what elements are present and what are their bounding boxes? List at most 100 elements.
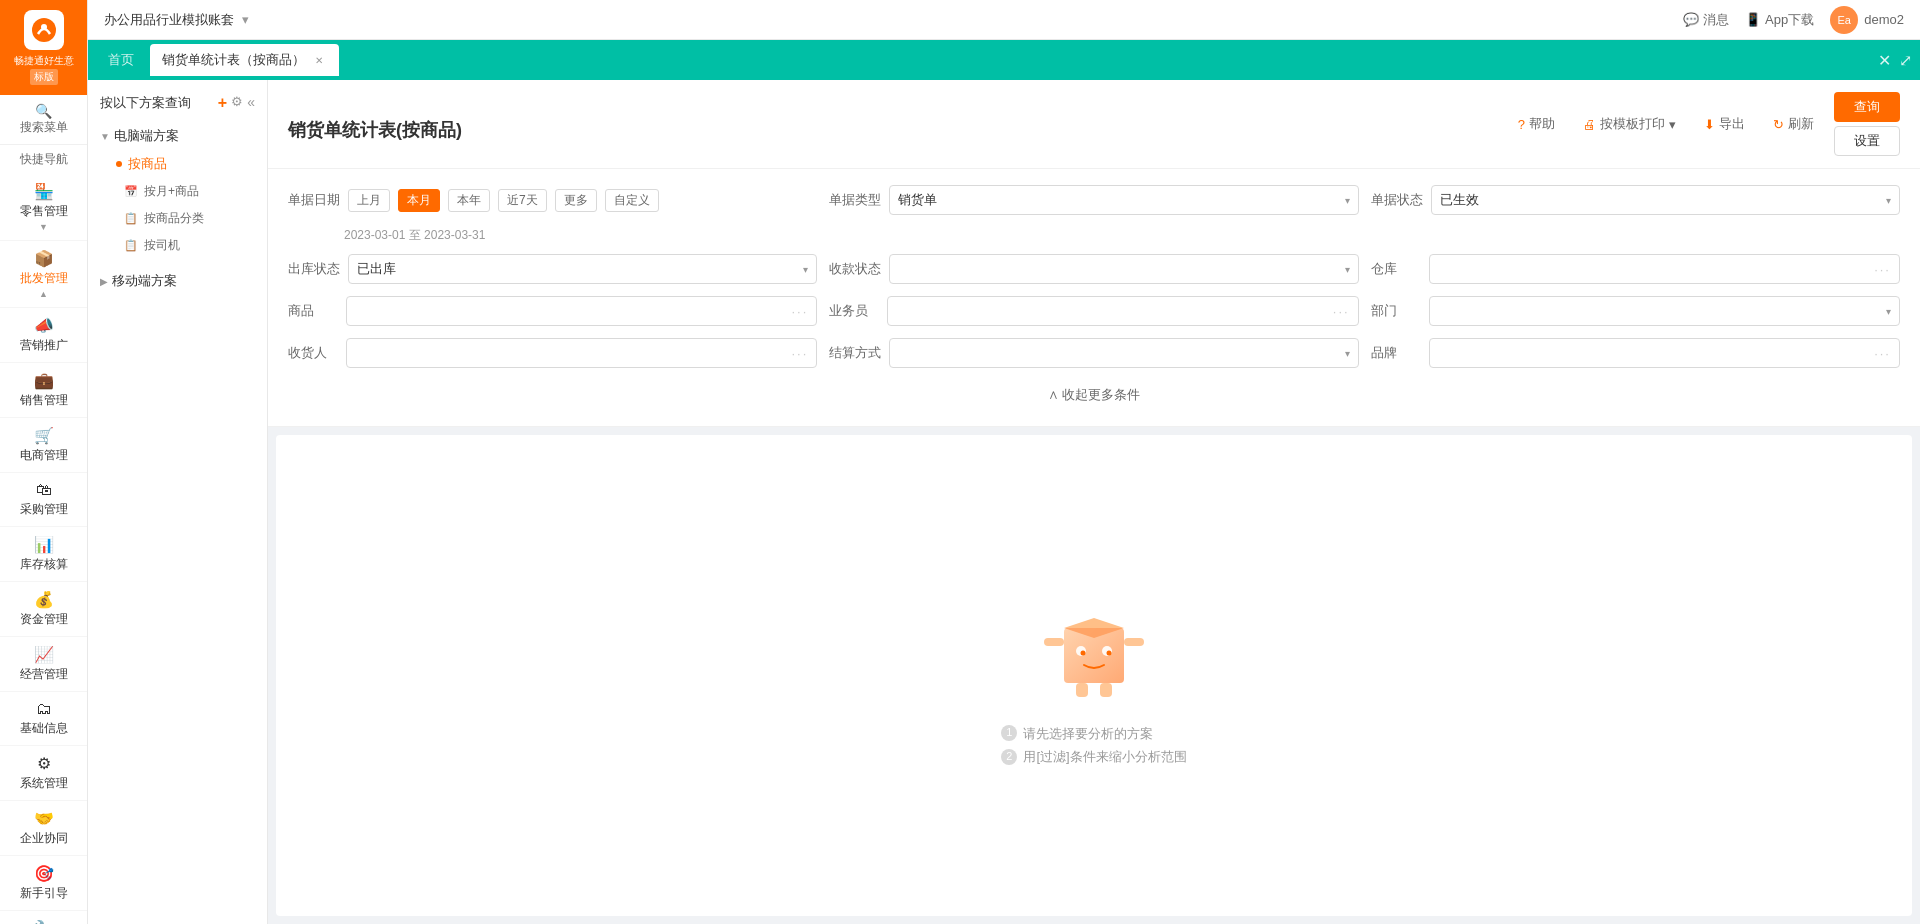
close-all-icon[interactable]: ✕ — [1878, 51, 1891, 70]
refresh-btn[interactable]: ↻ 刷新 — [1765, 111, 1822, 137]
date-filter: 上月 本月 本年 近7天 更多 自定义 — [348, 189, 817, 212]
doc-type-chevron: ▾ — [1345, 195, 1350, 206]
sidebar-item-sales[interactable]: 💼 销售管理 — [0, 363, 87, 418]
scheme-group-mobile: ▶ 移动端方案 — [88, 263, 267, 299]
empty-state: 1 请先选择要分析的方案 2 用[过滤]条件来缩小分析范围 — [276, 435, 1912, 916]
settlement-chevron: ▾ — [1345, 348, 1350, 359]
sidebar-item-newbie[interactable]: 🎯 新手引导 — [0, 856, 87, 911]
doc-status-input[interactable]: 已生效 ▾ — [1431, 185, 1900, 215]
scheme-group-pc-header[interactable]: ▼ 电脑端方案 — [88, 122, 267, 150]
brand-dots: ··· — [1874, 346, 1891, 361]
active-dot — [116, 161, 122, 167]
sidebar-item-purchase[interactable]: 🛍 采购管理 — [0, 473, 87, 527]
appstore-icon: 🔧 — [34, 919, 54, 924]
app-download-btn[interactable]: 📱 App下载 — [1745, 11, 1814, 29]
settlement-label: 结算方式 — [829, 344, 881, 362]
filter-row-1: 单据日期 上月 本月 本年 近7天 更多 自定义 单据类型 — [288, 185, 1900, 215]
consignee-input[interactable]: ··· — [346, 338, 817, 368]
sidebar-item-inventory[interactable]: 📊 库存核算 — [0, 527, 87, 582]
finance-icon: 💰 — [34, 590, 54, 609]
collapse-scheme-btn[interactable]: « — [247, 94, 255, 112]
scheme-item-by-cashier[interactable]: 📋 按司机 — [88, 232, 267, 259]
quick-nav[interactable]: 快捷导航 — [0, 145, 87, 174]
out-status-input[interactable]: 已出库 ▾ — [348, 254, 817, 284]
warehouse-input[interactable]: ··· — [1429, 254, 1900, 284]
sidebar-item-ecom[interactable]: 🛒 电商管理 — [0, 418, 87, 473]
sidebar-item-basic[interactable]: 🗂 基础信息 — [0, 692, 87, 746]
sidebar: 畅捷通好生意 标版 🔍 搜索菜单 快捷导航 🏪 零售管理 ▼ 📦 批发管理 ▲ … — [0, 0, 88, 924]
print-btn[interactable]: 🖨 按模板打印 ▾ — [1575, 111, 1684, 137]
date-btn-last-month[interactable]: 上月 — [348, 189, 390, 212]
collect-status-chevron: ▾ — [1345, 264, 1350, 275]
settings-button[interactable]: 设置 — [1834, 126, 1900, 156]
filter-row-3: 商品 ··· 业务员 ··· 部门 — [288, 296, 1900, 326]
purchase-icon: 🛍 — [36, 481, 52, 499]
date-btn-more[interactable]: 更多 — [555, 189, 597, 212]
header-actions: ? 帮助 🖨 按模板打印 ▾ ⬇ 导出 ↻ 刷新 — [1510, 92, 1900, 168]
main-area: 办公用品行业模拟账套 ▾ 💬 消息 📱 App下载 Ea demo2 首页 — [88, 0, 1920, 924]
sidebar-item-operations[interactable]: 📈 经营管理 — [0, 637, 87, 692]
sidebar-item-system[interactable]: ⚙ 系统管理 — [0, 746, 87, 801]
edit-scheme-btn[interactable]: ⚙ — [231, 94, 243, 112]
department-input[interactable]: ▾ — [1429, 296, 1900, 326]
doc-status-value: 已生效 — [1440, 191, 1479, 209]
app-logo: 畅捷通好生意 标版 — [0, 0, 88, 95]
filter-scheme-actions: + ⚙ « — [218, 94, 255, 112]
product-input[interactable]: ··· — [346, 296, 817, 326]
doc-status-label: 单据状态 — [1371, 191, 1423, 209]
close-tab-icon[interactable]: ✕ — [311, 52, 327, 68]
scheme-item-by-month-product[interactable]: 📅 按月+商品 — [88, 178, 267, 205]
user-info[interactable]: Ea demo2 — [1830, 6, 1904, 34]
expand-icon[interactable]: ⤢ — [1899, 51, 1912, 70]
scheme-item-by-category[interactable]: 📋 按商品分类 — [88, 205, 267, 232]
system-icon: ⚙ — [37, 754, 51, 773]
svg-rect-7 — [1044, 638, 1064, 646]
sidebar-item-retail[interactable]: 🏪 零售管理 ▼ — [0, 174, 87, 241]
department-chevron: ▾ — [1886, 306, 1891, 317]
date-btn-custom[interactable]: 自定义 — [605, 189, 659, 212]
date-btn-this-year[interactable]: 本年 — [448, 189, 490, 212]
filter-department: 部门 ▾ — [1371, 296, 1900, 326]
doc-type-input[interactable]: 销货单 ▾ — [889, 185, 1358, 215]
retail-icon: 🏪 — [34, 182, 54, 201]
collect-status-input[interactable]: ▾ — [889, 254, 1358, 284]
sidebar-item-corp[interactable]: 🤝 企业协同 — [0, 801, 87, 856]
scheme-group-mobile-header[interactable]: ▶ 移动端方案 — [88, 267, 267, 295]
tab-home[interactable]: 首页 — [96, 44, 146, 76]
scheme-item-by-product[interactable]: 按商品 — [88, 150, 267, 178]
tab-sales-stat[interactable]: 销货单统计表（按商品） ✕ — [150, 44, 339, 76]
filter-scheme-header: 按以下方案查询 + ⚙ « — [88, 88, 267, 118]
salesperson-input[interactable]: ··· — [887, 296, 1358, 326]
settlement-input[interactable]: ▾ — [889, 338, 1358, 368]
warehouse-dots: ··· — [1874, 262, 1891, 277]
filter-date: 单据日期 上月 本月 本年 近7天 更多 自定义 — [288, 189, 817, 212]
brand-label: 品牌 — [1371, 344, 1421, 362]
filter-scheme-title: 按以下方案查询 — [100, 94, 191, 112]
cashier-icon: 📋 — [124, 239, 138, 252]
message-btn[interactable]: 💬 消息 — [1683, 11, 1729, 29]
query-button[interactable]: 查询 — [1834, 92, 1900, 122]
logo-icon — [24, 10, 64, 50]
add-scheme-btn[interactable]: + — [218, 94, 227, 112]
consignee-dots: ··· — [791, 346, 808, 361]
app-subtitle: 标版 — [30, 69, 58, 85]
help-btn[interactable]: ? 帮助 — [1510, 111, 1563, 137]
sales-icon: 💼 — [34, 371, 54, 390]
collapse-conditions-btn[interactable]: ∧ 收起更多条件 — [288, 380, 1900, 410]
export-btn[interactable]: ⬇ 导出 — [1696, 111, 1753, 137]
salesperson-dots: ··· — [1333, 304, 1350, 319]
marketing-icon: 📣 — [34, 316, 54, 335]
sidebar-item-finance[interactable]: 💰 资金管理 — [0, 582, 87, 637]
workspace-dropdown-icon[interactable]: ▾ — [242, 12, 249, 27]
filter-brand: 品牌 ··· — [1371, 338, 1900, 368]
export-icon: ⬇ — [1704, 117, 1715, 132]
search-menu[interactable]: 🔍 搜索菜单 — [0, 95, 87, 145]
tip-num-2: 2 — [1001, 749, 1017, 765]
sidebar-item-marketing[interactable]: 📣 营销推广 — [0, 308, 87, 363]
filter-product: 商品 ··· — [288, 296, 817, 326]
brand-input[interactable]: ··· — [1429, 338, 1900, 368]
date-btn-this-month[interactable]: 本月 — [398, 189, 440, 212]
sidebar-item-appstore[interactable]: 🔧 应用中心 — [0, 911, 87, 924]
date-btn-last7[interactable]: 近7天 — [498, 189, 547, 212]
sidebar-item-wholesale[interactable]: 📦 批发管理 ▲ — [0, 241, 87, 308]
